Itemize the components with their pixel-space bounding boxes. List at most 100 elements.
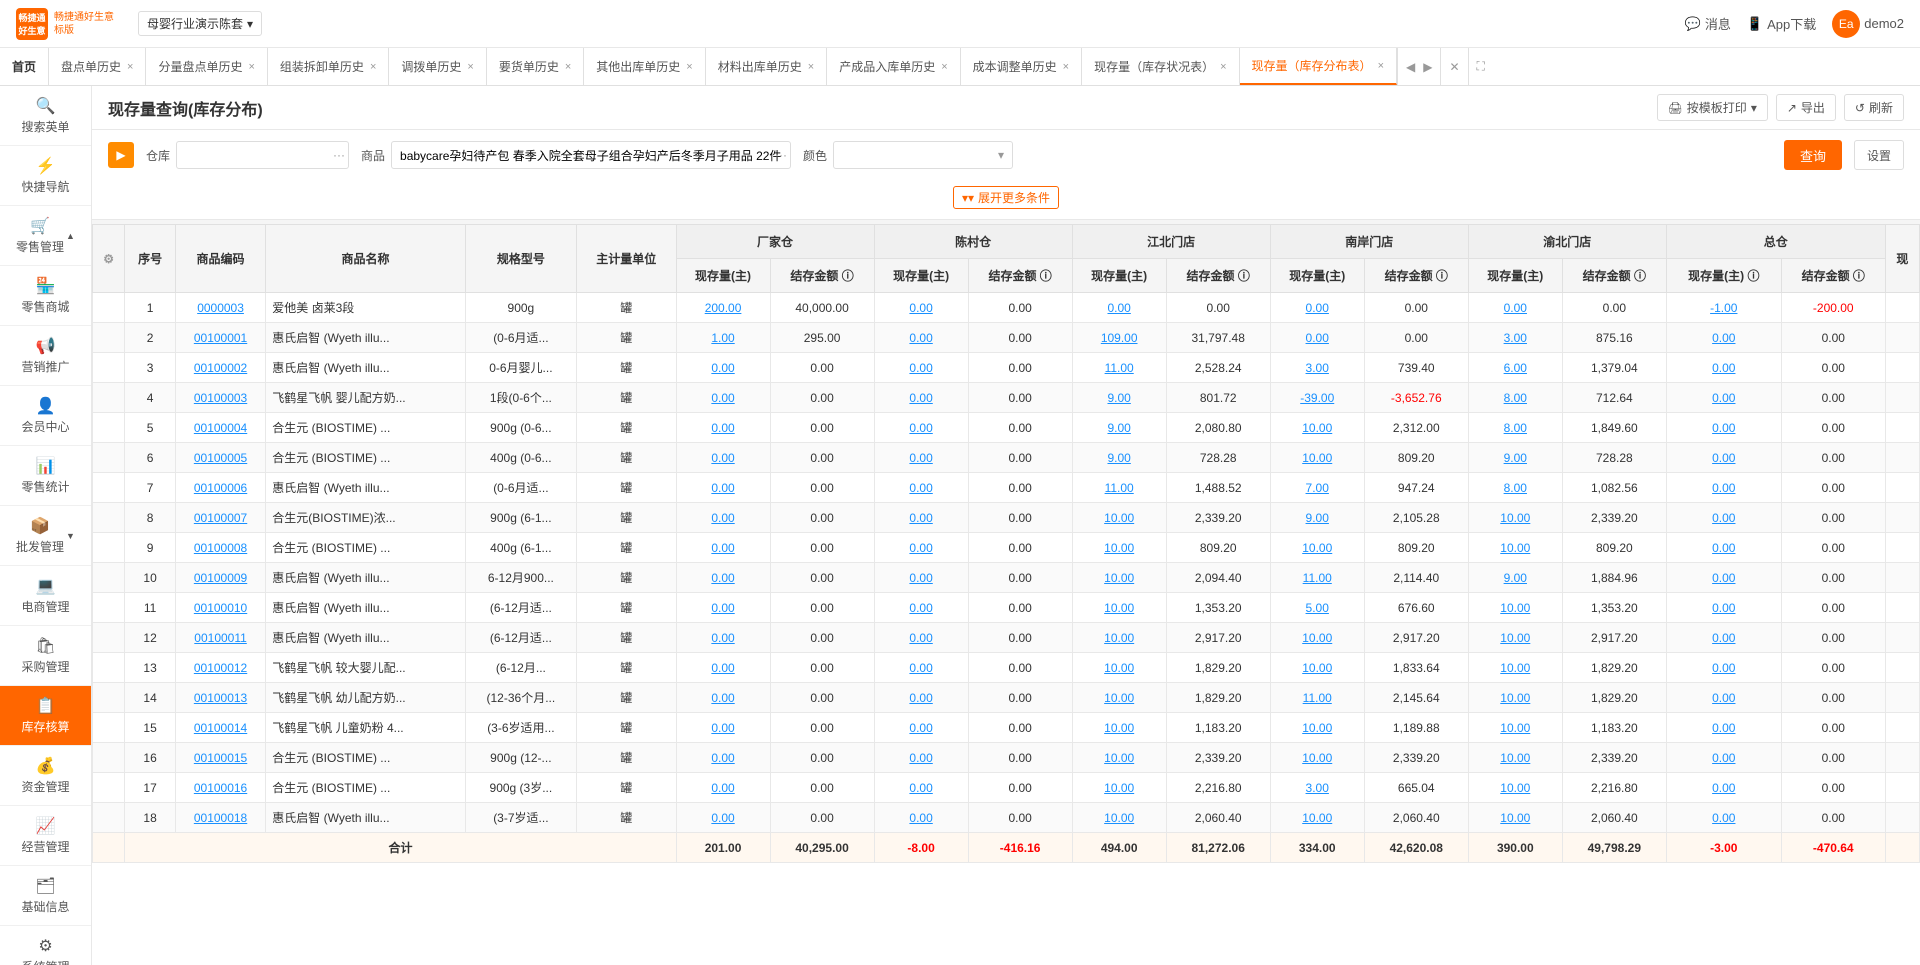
filter-area: ▶ 仓库 ··· 商品 ··· 颜色 [92,130,1920,220]
col-chen-amt: 结存金额 ⓘ [968,259,1072,293]
industry-selector[interactable]: 母婴行业演示陈套 ▾ [138,11,262,36]
table-row: 8 00100007 合生元(BIOSTIME)浓... 900g (6-1..… [93,503,1920,533]
col-jiangbei-qty: 现存量(主) [1072,259,1166,293]
refresh-btn[interactable]: ↺ 刷新 [1844,94,1904,121]
col-extra-header: 现 [1885,225,1919,293]
filter-expand-arrow[interactable]: ▶ [108,142,134,168]
sidebar-item-quick-nav[interactable]: ⚡ 快捷导航 [0,146,91,206]
close-icon[interactable]: × [808,61,814,73]
table-row: 17 00100016 合生元 (BIOSTIME) ... 900g (3岁.… [93,773,1920,803]
close-icon[interactable]: × [686,61,692,73]
tab-cost-adj[interactable]: 成本调整单历史 × [961,48,1082,85]
sidebar-item-basic[interactable]: 🗂 基础信息 [0,866,91,926]
product-input[interactable] [391,141,791,169]
tab-other-out[interactable]: 其他出库单历史 × [584,48,705,85]
logo-icon: 畅捷通好生意 [16,8,48,40]
sidebar-item-ecommerce[interactable]: 💻 电商管理 [0,566,91,626]
tab-product-in[interactable]: 产成品入库单历史 × [827,48,960,85]
col-jiangbei-amt: 结存金额 ⓘ [1166,259,1270,293]
close-icon[interactable]: × [565,61,571,73]
col-factory-amt: 结存金额 ⓘ [770,259,874,293]
settings-btn[interactable]: 设置 [1854,140,1904,170]
tab-requisition[interactable]: 要货单历史 × [487,48,584,85]
dots-icon[interactable]: ··· [333,148,345,162]
marketing-icon: 📢 [4,336,87,356]
tab-inventory-check2[interactable]: 分量盘点单历史 × [146,48,267,85]
retail-icon: 🛒 [16,216,64,236]
operations-icon: 📈 [4,816,87,836]
search-icon: 🔍 [4,96,87,116]
tab-inventory-check[interactable]: 盘点单历史 × [49,48,146,85]
export-btn[interactable]: ↗ 导出 [1776,94,1836,121]
expand-conditions-btn[interactable]: ▾▾ 展开更多条件 [953,186,1059,209]
sidebar-item-finance[interactable]: 💰 资金管理 [0,746,91,806]
sidebar-item-purchase[interactable]: 🛍 采购管理 [0,626,91,686]
top-bar: 畅捷通好生意 畅捷通好生意 标版 母婴行业演示陈套 ▾ 💬 消息 📱 App下载… [0,0,1920,48]
nav-fullscreen[interactable]: ⛶ [1468,48,1493,85]
close-icon[interactable]: × [1220,61,1226,73]
tab-home[interactable]: 首页 [0,48,49,85]
printer-icon: 🖨 [1668,101,1683,115]
color-input[interactable]: ▾ [833,141,1013,169]
color-dropdown-icon: ▾ [998,148,1004,162]
col-nanan-amt: 结存金额 ⓘ [1364,259,1468,293]
user-area[interactable]: Ea demo2 [1832,10,1904,38]
table-wrap: ⚙ 序号 商品编码 商品名称 规格型号 主计量单位 厂家仓 陈村仓 江北门店 南… [92,224,1920,965]
expand-v-icon: ▾▾ [962,191,974,205]
nav-close-all[interactable]: ✕ [1440,48,1467,85]
sidebar: 🔍 搜索英单 ⚡ 快捷导航 🛒 零售管理 ▲ 🏪 零售商城 📢 营销推广 👤 会… [0,86,92,965]
col-code-header: 商品编码 [175,225,265,293]
close-icon[interactable]: × [1378,60,1384,72]
sidebar-item-retail-shop[interactable]: 🏪 零售商城 [0,266,91,326]
product-dots-icon[interactable]: ··· [775,148,787,162]
search-btn[interactable]: 查询 [1784,140,1842,170]
col-seq-header: 序号 [125,225,175,293]
color-filter: 颜色 ▾ [803,141,1013,169]
tab-stock-status[interactable]: 现存量（库存状况表） × [1082,48,1239,85]
close-icon[interactable]: × [248,61,254,73]
tab-transfer[interactable]: 调拨单历史 × [389,48,486,85]
shop-icon: 🏪 [4,276,87,296]
gear-icon[interactable]: ⚙ [103,252,114,266]
sidebar-item-retail-mgmt[interactable]: 🛒 零售管理 ▲ [0,206,91,266]
sidebar-item-marketing[interactable]: 📢 营销推广 [0,326,91,386]
ecommerce-icon: 💻 [4,576,87,596]
arrow-down-icon: ▼ [66,531,75,541]
sidebar-item-operations[interactable]: 📈 经营管理 [0,806,91,866]
sidebar-item-system[interactable]: ⚙ 系统管理 [0,926,91,965]
summary-row: 合计 201.00 40,295.00 -8.00 -416.16 494.00… [93,833,1920,863]
table-row: 1 0000003 爱他美 卤莱3段 900g 罐 200.00 40,000.… [93,293,1920,323]
close-icon[interactable]: × [127,61,133,73]
sidebar-item-wholesale[interactable]: 📦 批发管理 ▼ [0,506,91,566]
close-icon[interactable]: × [1063,61,1069,73]
close-icon[interactable]: × [370,61,376,73]
col-chen-qty: 现存量(主) [874,259,968,293]
content-area: 现存量查询(库存分布) 🖨 按模板打印 ▾ ↗ 导出 ↺ 刷新 [92,86,1920,965]
col-total-header: 总仓 [1666,225,1885,259]
col-unit-header: 主计量单位 [577,225,677,293]
table-row: 10 00100009 惠氏启智 (Wyeth illu... 6-12月900… [93,563,1920,593]
tab-assemble[interactable]: 组装拆卸单历史 × [268,48,389,85]
product-label: 商品 [361,147,385,164]
close-icon[interactable]: × [941,61,947,73]
sidebar-item-search[interactable]: 🔍 搜索英单 [0,86,91,146]
col-yubeimen-header: 渝北门店 [1468,225,1666,259]
tab-material-out[interactable]: 材料出库单历史 × [706,48,827,85]
system-icon: ⚙ [4,936,87,956]
arrow-icon: ▲ [66,231,75,241]
tab-stock-dist[interactable]: 现存量（库存分布表） × [1240,48,1397,85]
sidebar-item-inventory[interactable]: 📋 库存核算 [0,686,91,746]
col-settings[interactable]: ⚙ [93,225,125,293]
data-table: ⚙ 序号 商品编码 商品名称 规格型号 主计量单位 厂家仓 陈村仓 江北门店 南… [92,224,1920,863]
username-text: demo2 [1864,16,1904,31]
warehouse-input[interactable] [176,141,349,169]
nav-prev-icon[interactable]: ◀ [1402,58,1419,76]
col-total-amt: 结存金额 ⓘ [1781,259,1885,293]
sidebar-item-member[interactable]: 👤 会员中心 [0,386,91,446]
app-download-btn[interactable]: 📱 App下载 [1747,14,1816,33]
print-btn[interactable]: 🖨 按模板打印 ▾ [1657,94,1768,121]
sidebar-item-retail-stats[interactable]: 📊 零售统计 [0,446,91,506]
close-icon[interactable]: × [467,61,473,73]
nav-next-icon[interactable]: ▶ [1419,58,1436,76]
message-btn[interactable]: 💬 消息 [1685,14,1731,33]
